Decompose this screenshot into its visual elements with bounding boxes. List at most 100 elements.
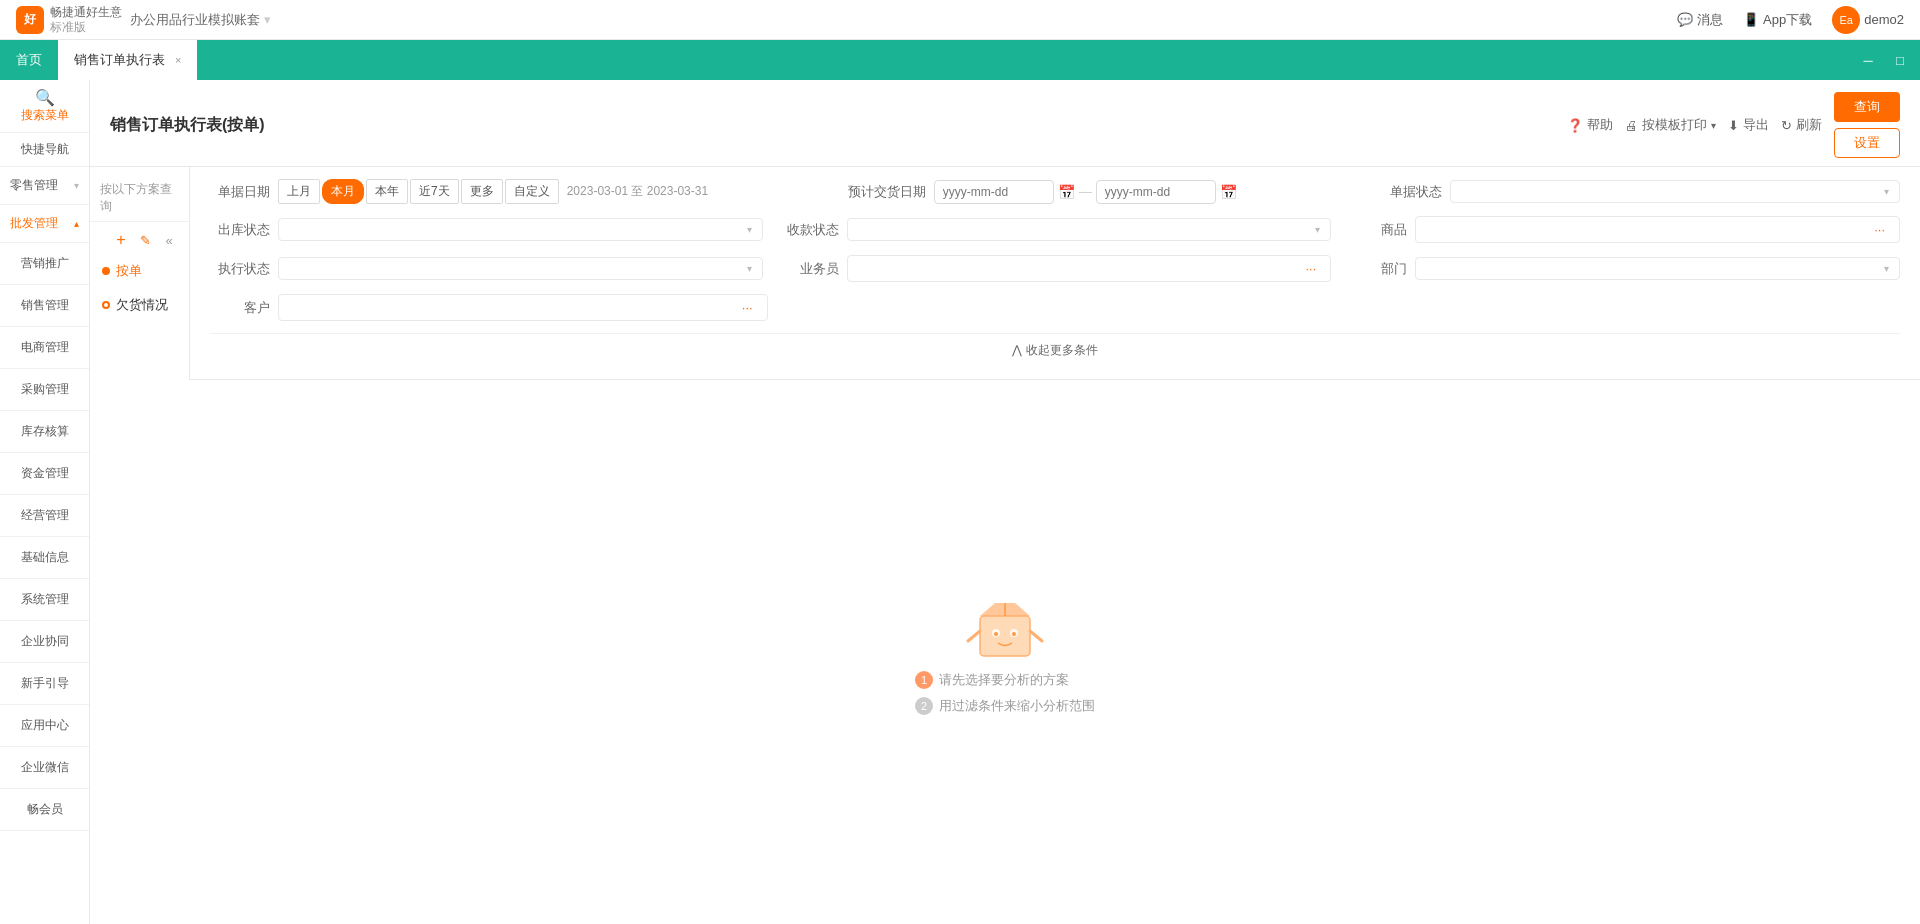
- salesperson-select[interactable]: ···: [847, 255, 1332, 282]
- top-bar-right: 💬 消息 📱 App下载 Ea demo2: [1677, 6, 1904, 34]
- sidebar-item-marketing[interactable]: 营销推广: [0, 243, 89, 285]
- dept-select[interactable]: ▾: [1415, 257, 1900, 280]
- logo-icon: 好: [16, 6, 44, 34]
- sidebar-item-wechat[interactable]: 企业微信: [0, 747, 89, 789]
- sidebar-item-operations[interactable]: 经营管理: [0, 495, 89, 537]
- left-panel-header: 按以下方案查询: [90, 175, 189, 222]
- exec-select-wrapper: ▾: [278, 257, 763, 280]
- goods-more-icon[interactable]: ···: [1870, 222, 1889, 237]
- export-btn[interactable]: ⬇ 导出: [1728, 116, 1769, 134]
- date-btn-group: 上月 本月 本年 近7天 更多 自定义: [278, 179, 559, 204]
- date-btn-this-year[interactable]: 本年: [366, 179, 408, 204]
- sidebar-item-finance[interactable]: 资金管理: [0, 453, 89, 495]
- svg-rect-0: [980, 616, 1030, 656]
- maximize-btn[interactable]: □: [1888, 48, 1912, 72]
- app-download-btn[interactable]: 📱 App下载: [1743, 11, 1812, 29]
- customer-section: 客户 ···: [210, 294, 768, 321]
- page-actions: ❓ 帮助 🖨 按模板打印 ▾ ⬇ 导出 ↻ 刷新 查询: [1567, 92, 1900, 158]
- plan-dot2: [102, 301, 110, 309]
- expected-date-section: 预计交货日期 📅 — 📅: [848, 180, 1366, 204]
- query-button[interactable]: 查询: [1834, 92, 1900, 122]
- date-btn-last-month[interactable]: 上月: [278, 179, 320, 204]
- tip-num-2: 2: [915, 697, 933, 715]
- empty-illustration: [960, 581, 1050, 671]
- breadcrumb: 办公用品行业模拟账套 ▾: [130, 11, 271, 29]
- top-bar-left: 好 畅捷通好生意 标准版 办公用品行业模拟账套 ▾: [16, 5, 271, 34]
- top-bar: 好 畅捷通好生意 标准版 办公用品行业模拟账套 ▾ 💬 消息 📱 App下载 E…: [0, 0, 1920, 40]
- sidebar-quick-nav[interactable]: 快捷导航: [0, 133, 89, 167]
- exec-arrow: ▾: [747, 263, 752, 274]
- tip-item-2: 2 用过滤条件来缩小分析范围: [915, 697, 1095, 715]
- minimize-btn[interactable]: ─: [1856, 48, 1880, 72]
- goods-label: 商品: [1347, 221, 1407, 239]
- content-area: 销售订单执行表(按单) ❓ 帮助 🖨 按模板打印 ▾ ⬇ 导出 ↻ 刷新: [90, 80, 1920, 924]
- date-btn-more[interactable]: 更多: [461, 179, 503, 204]
- date-label: 单据日期: [210, 183, 270, 201]
- receipt-select[interactable]: ▾: [847, 218, 1332, 241]
- salesperson-select-wrapper: ···: [847, 255, 1332, 282]
- customer-more-icon[interactable]: ···: [738, 300, 757, 315]
- empty-state: 1 请先选择要分析的方案 2 用过滤条件来缩小分析范围: [90, 380, 1920, 924]
- sidebar-item-apps[interactable]: 应用中心: [0, 705, 89, 747]
- exec-section: 执行状态 ▾: [210, 257, 763, 280]
- add-plan-icon[interactable]: +: [111, 230, 131, 250]
- goods-select[interactable]: ···: [1415, 216, 1900, 243]
- sidebar-item-retail[interactable]: 零售管理▾: [0, 167, 89, 205]
- refresh-btn[interactable]: ↻ 刷新: [1781, 116, 1822, 134]
- breadcrumb-arrow[interactable]: ▾: [264, 12, 271, 27]
- shipment-label: 出库状态: [210, 221, 270, 239]
- order-status-select[interactable]: ▾: [1450, 180, 1900, 203]
- sidebar-item-ecommerce[interactable]: 电商管理: [0, 327, 89, 369]
- customer-select[interactable]: ···: [278, 294, 768, 321]
- collapse-bar[interactable]: ⋀ 收起更多条件: [210, 333, 1900, 367]
- goods-section: 商品 ···: [1347, 216, 1900, 243]
- sidebar-item-wholesale[interactable]: 批发管理▴: [0, 205, 89, 243]
- edit-plan-icon[interactable]: ✎: [135, 230, 155, 250]
- shipment-section: 出库状态 ▾: [210, 218, 763, 241]
- sidebar-item-sales[interactable]: 销售管理: [0, 285, 89, 327]
- dept-label: 部门: [1347, 260, 1407, 278]
- sidebar-item-purchase[interactable]: 采购管理: [0, 369, 89, 411]
- customer-select-wrapper: ···: [278, 294, 768, 321]
- sidebar-search[interactable]: 🔍 搜索菜单: [0, 80, 89, 133]
- exec-select[interactable]: ▾: [278, 257, 763, 280]
- filter-row-1: 单据日期 上月 本月 本年 近7天 更多 自定义 2023-03-01 至 20…: [210, 179, 1900, 204]
- shipment-select[interactable]: ▾: [278, 218, 763, 241]
- user-avatar-area[interactable]: Ea demo2: [1832, 6, 1904, 34]
- tab-home[interactable]: 首页: [0, 40, 58, 80]
- tab-close-icon[interactable]: ×: [175, 54, 181, 66]
- avatar: Ea: [1832, 6, 1860, 34]
- sidebar-item-enterprise[interactable]: 企业协同: [0, 621, 89, 663]
- expected-date-picker: 📅 — 📅: [934, 180, 1237, 204]
- plan-item-shortage[interactable]: 欠货情况: [90, 288, 189, 322]
- filter-row-4: 客户 ···: [210, 294, 1900, 321]
- collapse-panel-icon[interactable]: «: [159, 230, 179, 250]
- date-btn-custom[interactable]: 自定义: [505, 179, 559, 204]
- template-print-btn[interactable]: 🖨 按模板打印 ▾: [1625, 116, 1716, 134]
- help-btn[interactable]: ❓ 帮助: [1567, 116, 1613, 134]
- sidebar-item-member[interactable]: 畅会员: [0, 789, 89, 831]
- sidebar-item-system[interactable]: 系统管理: [0, 579, 89, 621]
- plan-item-by-order[interactable]: 按单: [90, 254, 189, 288]
- setting-button[interactable]: 设置: [1834, 128, 1900, 158]
- filter-row-3: 执行状态 ▾ 业务员 ···: [210, 255, 1900, 282]
- tab-sales-order-exec[interactable]: 销售订单执行表 ×: [58, 40, 197, 80]
- empty-tips: 1 请先选择要分析的方案 2 用过滤条件来缩小分析范围: [915, 671, 1095, 723]
- filter-left-wrapper: 按以下方案查询 + ✎ « 按单 欠货情况: [90, 167, 1920, 380]
- date-btn-7days[interactable]: 近7天: [410, 179, 459, 204]
- refresh-icon: ↻: [1781, 118, 1792, 133]
- collapse-icon: ⋀: [1012, 343, 1022, 357]
- filter-row-2: 出库状态 ▾ 收款状态 ▾: [210, 216, 1900, 243]
- date-range-text: 2023-03-01 至 2023-03-31: [567, 183, 708, 200]
- date-btn-this-month[interactable]: 本月: [322, 179, 364, 204]
- sidebar-item-basics[interactable]: 基础信息: [0, 537, 89, 579]
- sidebar-item-inventory[interactable]: 库存核算: [0, 411, 89, 453]
- sidebar-item-newbie[interactable]: 新手引导: [0, 663, 89, 705]
- dept-section: 部门 ▾: [1347, 257, 1900, 280]
- expected-date-end[interactable]: [1096, 180, 1216, 204]
- expected-date-start[interactable]: [934, 180, 1054, 204]
- salesperson-more-icon[interactable]: ···: [1302, 261, 1321, 276]
- message-btn[interactable]: 💬 消息: [1677, 11, 1723, 29]
- cal-icon-start: 📅: [1058, 184, 1075, 200]
- shipment-select-wrapper: ▾: [278, 218, 763, 241]
